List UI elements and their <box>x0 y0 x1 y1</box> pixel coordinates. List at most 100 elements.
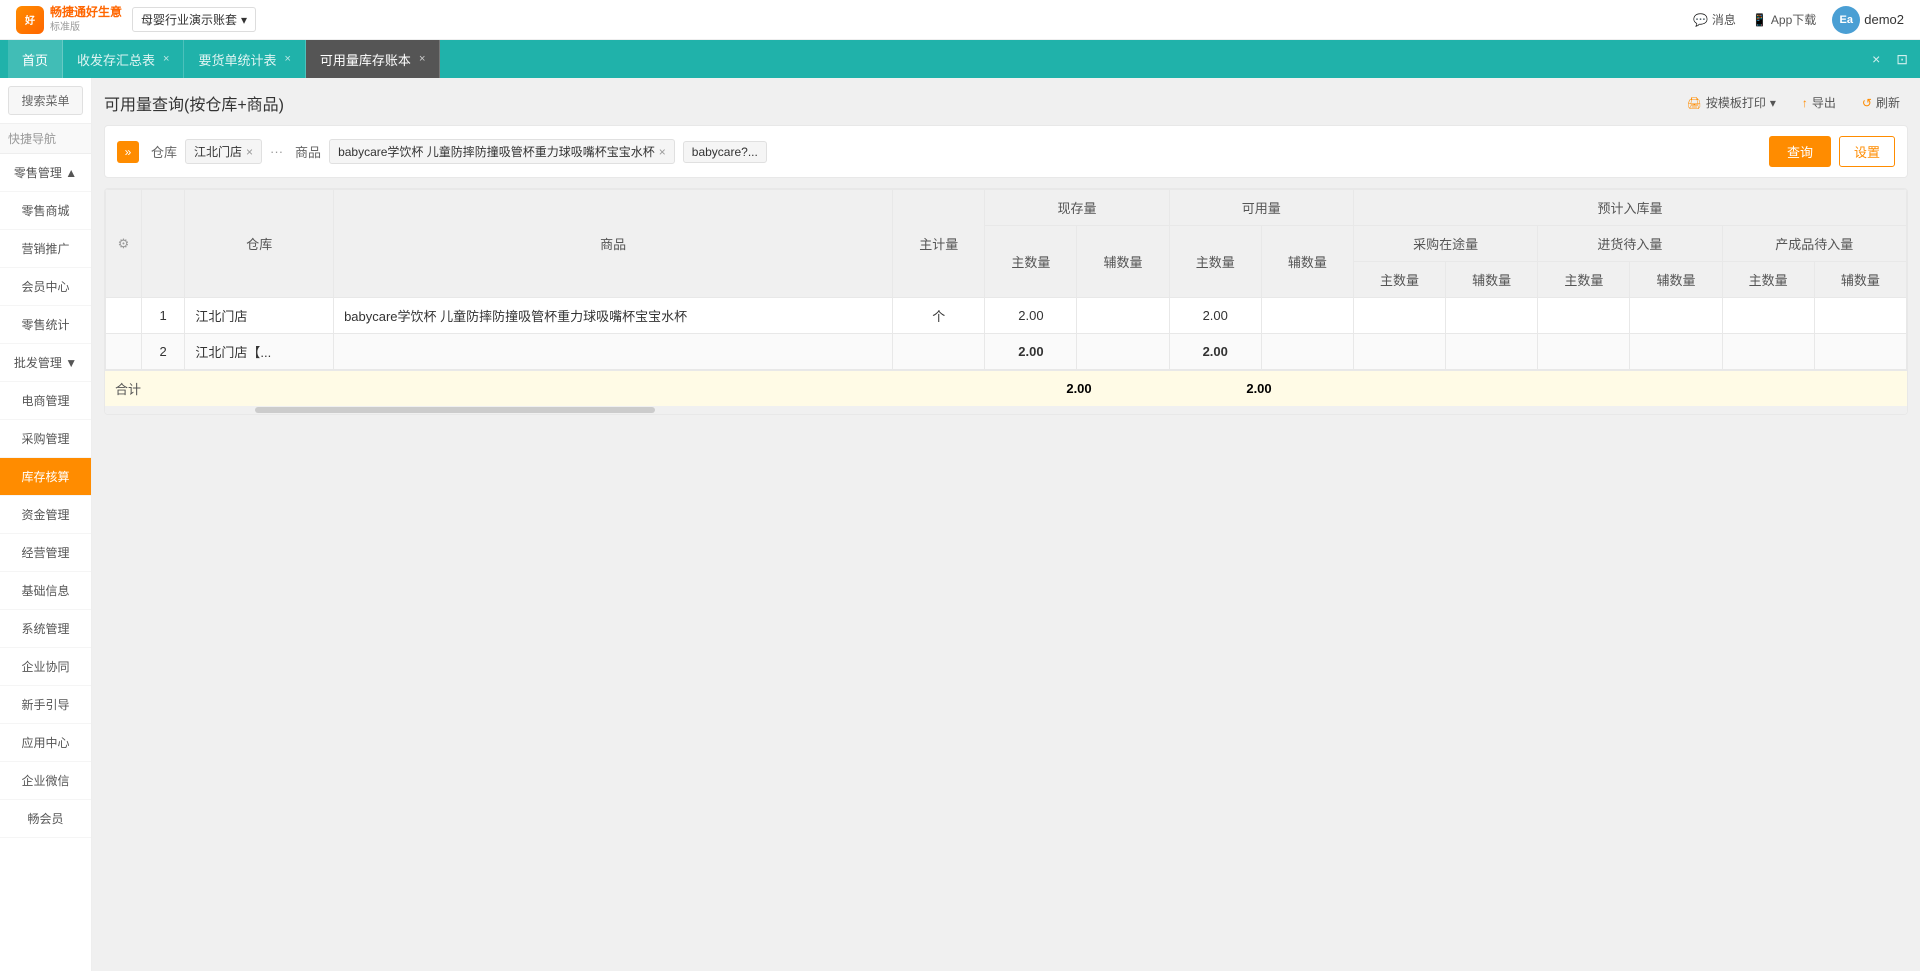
warehouse-remove-icon[interactable]: × <box>246 145 253 159</box>
sidebar-item-enterprise[interactable]: 企业协同 <box>0 648 91 686</box>
user-profile[interactable]: Ea demo2 <box>1832 6 1904 34</box>
cell-purchase-main-2 <box>1353 334 1445 370</box>
warehouse-filter-label: 仓库 <box>151 142 177 161</box>
sidebar-item-procurement[interactable]: 采购管理 <box>0 420 91 458</box>
table-container: ⚙ 仓库 商品 主计量 现存量 可用量 预计入库量 主数量 辅数 <box>104 188 1908 415</box>
home-tab-label: 首页 <box>22 50 48 69</box>
sidebar-item-retail-store[interactable]: 零售商城 <box>0 192 91 230</box>
export-label: 导出 <box>1812 94 1836 111</box>
sidebar-item-member[interactable]: 畅会员 <box>0 800 91 838</box>
query-button[interactable]: 查询 <box>1769 136 1831 167</box>
main-layout: 搜索菜单 快捷导航 零售管理 ▲ 零售商城 营销推广 会员中心 零售统计 批发管… <box>0 78 1920 971</box>
sidebar-item-retail-mgmt[interactable]: 零售管理 ▲ <box>0 154 91 192</box>
refresh-action[interactable]: ↺ 刷新 <box>1854 90 1908 115</box>
warehouse-filter-tag[interactable]: 江北门店 × <box>185 139 262 164</box>
top-bar-left: 好 畅捷通好生意 标准版 母婴行业演示账套 ▾ <box>16 5 256 34</box>
th-available: 可用量 <box>1169 190 1353 226</box>
cell-available-aux-2 <box>1261 334 1353 370</box>
page-container: 可用量查询(按仓库+商品) 🖨 按模板打印 ▾ ↑ 导出 ↺ 刷新 <box>92 78 1920 971</box>
tab-close-order[interactable]: × <box>284 53 290 65</box>
cell-unit-2 <box>893 334 985 370</box>
app-download-action[interactable]: 📱 App下载 <box>1752 11 1816 28</box>
sidebar-item-wholesale-mgmt[interactable]: 批发管理 ▼ <box>0 344 91 382</box>
refresh-icon: ↺ <box>1862 96 1872 110</box>
window-maximize-btn[interactable]: ⊡ <box>1892 49 1912 70</box>
message-action[interactable]: 💬 消息 <box>1693 11 1736 28</box>
print-action[interactable]: 🖨 按模板打印 ▾ <box>1679 90 1784 115</box>
th-product: 商品 <box>334 190 893 298</box>
th-settings: ⚙ <box>106 190 142 298</box>
filter-bar: » 仓库 江北门店 × ··· 商品 babycare学饮杯 儿童防摔防撞吸管杯… <box>104 125 1908 178</box>
tab-close-inventory[interactable]: × <box>419 53 425 65</box>
logo-icon: 好 <box>16 6 44 34</box>
th-product-aux: 辅数量 <box>1814 262 1906 298</box>
tenant-selector[interactable]: 母婴行业演示账套 ▾ <box>132 7 256 32</box>
product1-remove-icon[interactable]: × <box>659 145 666 159</box>
sidebar-item-ecommerce[interactable]: 电商管理 <box>0 382 91 420</box>
tab-inventory-book[interactable]: 可用量库存账本 × <box>306 40 440 78</box>
horizontal-scrollbar[interactable] <box>105 406 1907 414</box>
warehouse-filter-value: 江北门店 <box>194 143 242 160</box>
receipt-summary-label: 收发存汇总表 <box>77 50 155 69</box>
chevron-down-icon: ▾ <box>241 13 247 27</box>
inventory-book-label: 可用量库存账本 <box>320 50 411 69</box>
th-current-main: 主数量 <box>985 226 1077 298</box>
cell-current-aux-2 <box>1077 334 1169 370</box>
product-filter-group: 商品 babycare学饮杯 儿童防摔防撞吸管杯重力球吸嘴杯宝宝水杯 × bab… <box>295 139 767 164</box>
cell-current-main-1: 2.00 <box>985 298 1077 334</box>
settings-icon[interactable]: ⚙ <box>118 236 130 251</box>
scrollbar-thumb[interactable] <box>255 407 655 413</box>
sidebar-item-app-center[interactable]: 应用中心 <box>0 724 91 762</box>
window-close-btn[interactable]: × <box>1868 49 1884 69</box>
inventory-table: ⚙ 仓库 商品 主计量 现存量 可用量 预计入库量 主数量 辅数 <box>105 189 1907 370</box>
cell-unit-1: 个 <box>893 298 985 334</box>
sidebar-item-retail-stats[interactable]: 零售统计 <box>0 306 91 344</box>
sidebar-item-basic-info[interactable]: 基础信息 <box>0 572 91 610</box>
top-bar: 好 畅捷通好生意 标准版 母婴行业演示账套 ▾ 💬 消息 📱 App下载 Ea … <box>0 0 1920 40</box>
product-filter-tag2[interactable]: babycare?... <box>683 141 767 163</box>
cell-product-main-2 <box>1722 334 1814 370</box>
sidebar-item-member-center[interactable]: 会员中心 <box>0 268 91 306</box>
cell-product-aux-1 <box>1814 298 1906 334</box>
setting-button[interactable]: 设置 <box>1839 136 1895 167</box>
product-filter-value1: babycare学饮杯 儿童防摔防撞吸管杯重力球吸嘴杯宝宝水杯 <box>338 143 655 160</box>
avatar: Ea <box>1832 6 1860 34</box>
th-current-aux: 辅数量 <box>1077 226 1169 298</box>
table-footer: 合计 2.00 2.00 <box>105 370 1907 406</box>
tab-order-stats[interactable]: 要货单统计表 × <box>184 40 305 78</box>
cell-rownum-1: 1 <box>142 298 185 334</box>
tab-receipt-summary[interactable]: 收发存汇总表 × <box>63 40 184 78</box>
page-actions: 🖨 按模板打印 ▾ ↑ 导出 ↺ 刷新 <box>1679 90 1908 115</box>
table-row: 2 江北门店【... 2.00 2.00 <box>106 334 1907 370</box>
th-row-num <box>142 190 185 298</box>
filter-expand-btn[interactable]: » <box>117 141 139 163</box>
logo-text: 畅捷通好生意 标准版 <box>50 5 122 34</box>
product-filter-value2: babycare?... <box>692 145 758 159</box>
product-filter-tag1[interactable]: babycare学饮杯 儿童防摔防撞吸管杯重力球吸嘴杯宝宝水杯 × <box>329 139 675 164</box>
warehouse-more-icon[interactable]: ··· <box>270 144 283 159</box>
sidebar-item-marketing[interactable]: 营销推广 <box>0 230 91 268</box>
search-menu-btn[interactable]: 搜索菜单 <box>8 86 83 115</box>
page-header: 可用量查询(按仓库+商品) 🖨 按模板打印 ▾ ↑ 导出 ↺ 刷新 <box>104 90 1908 115</box>
sidebar-item-newbie[interactable]: 新手引导 <box>0 686 91 724</box>
print-icon: 🖨 <box>1687 96 1702 110</box>
tab-close-receipt[interactable]: × <box>163 53 169 65</box>
sidebar-item-inventory[interactable]: 库存核算 <box>0 458 91 496</box>
tab-home[interactable]: 首页 <box>8 40 63 78</box>
sidebar-search-area: 搜索菜单 <box>0 78 91 124</box>
th-product-pending: 产成品待入量 <box>1722 226 1906 262</box>
footer-label: 合计 <box>115 379 235 398</box>
sidebar-item-system[interactable]: 系统管理 <box>0 610 91 648</box>
sidebar-item-finance[interactable]: 资金管理 <box>0 496 91 534</box>
sidebar-item-operations[interactable]: 经营管理 <box>0 534 91 572</box>
th-incoming-aux: 辅数量 <box>1630 262 1722 298</box>
cell-current-main-2: 2.00 <box>985 334 1077 370</box>
sidebar: 搜索菜单 快捷导航 零售管理 ▲ 零售商城 营销推广 会员中心 零售统计 批发管… <box>0 78 92 971</box>
sidebar-item-enterprise-wechat[interactable]: 企业微信 <box>0 762 91 800</box>
export-action[interactable]: ↑ 导出 <box>1794 90 1844 115</box>
message-icon: 💬 <box>1693 13 1708 27</box>
cell-incoming-main-2 <box>1538 334 1630 370</box>
cell-current-aux-1 <box>1077 298 1169 334</box>
print-arrow-icon: ▾ <box>1770 96 1776 110</box>
cell-product-1: babycare学饮杯 儿童防摔防撞吸管杯重力球吸嘴杯宝宝水杯 <box>334 298 893 334</box>
